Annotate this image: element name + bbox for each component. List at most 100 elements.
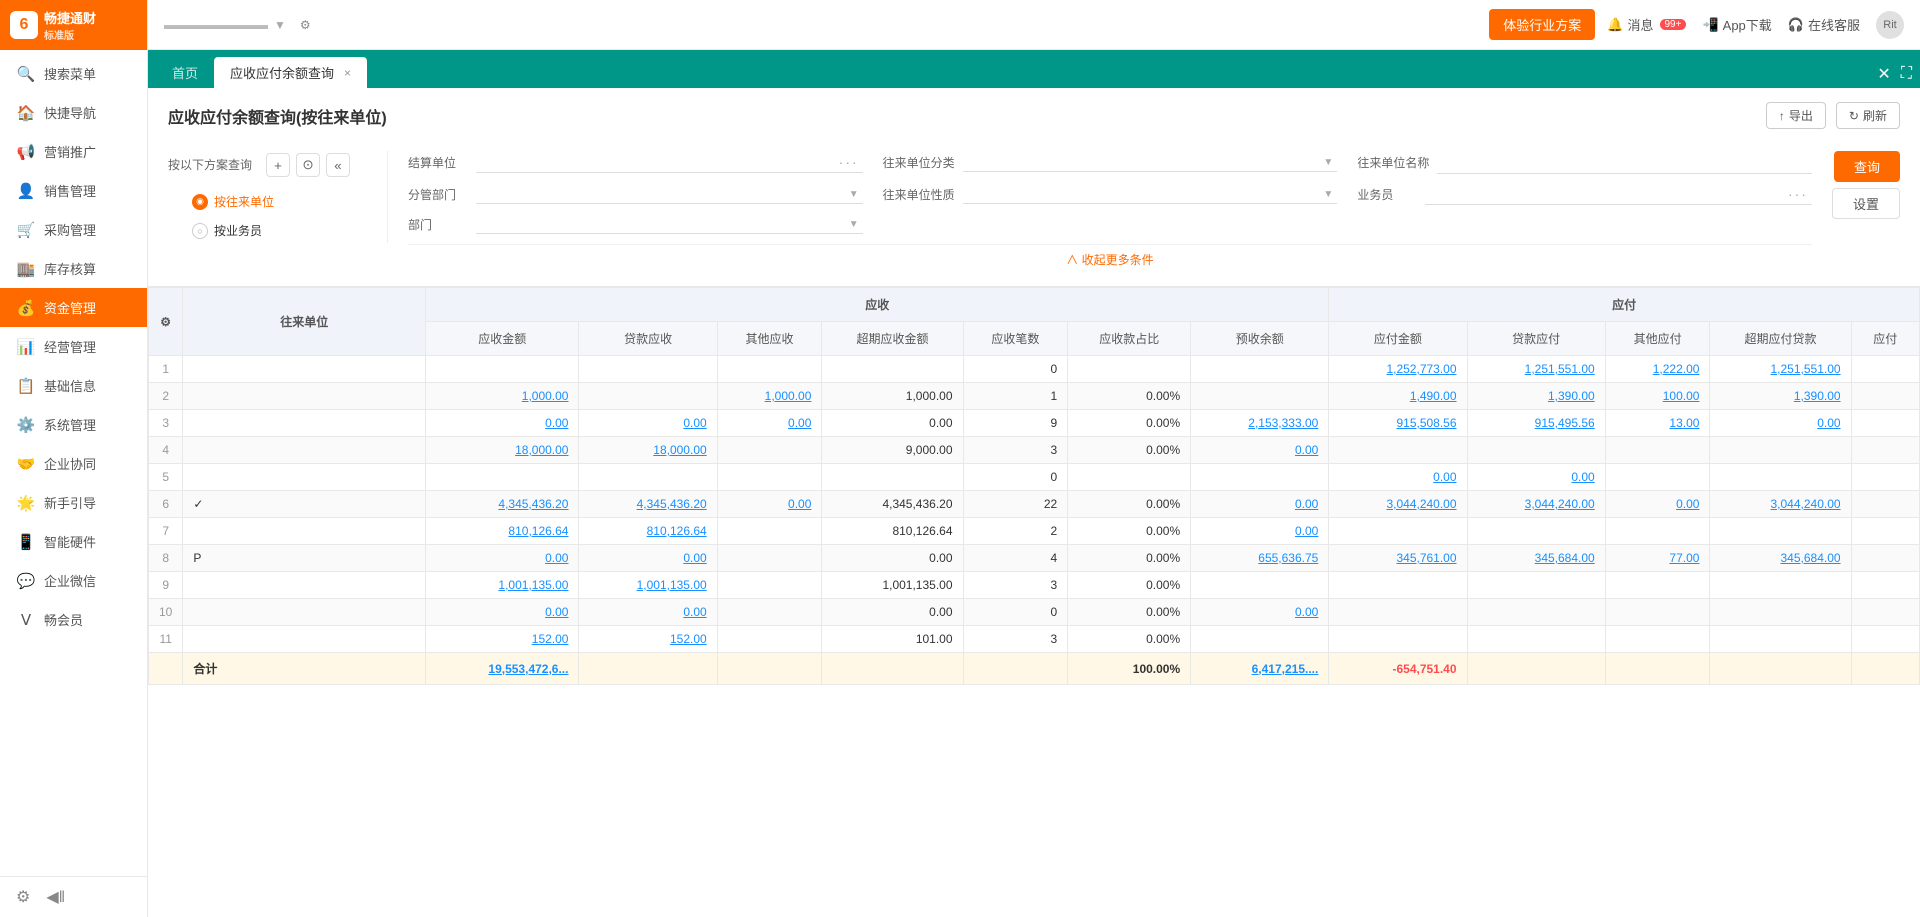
data-cell[interactable]: 4,345,436.20	[426, 491, 579, 518]
sidebar-item-sales[interactable]: 👤 销售管理	[0, 171, 147, 210]
avatar[interactable]: Rit	[1876, 11, 1904, 39]
sidebar-item-finance[interactable]: 💰 资金管理	[0, 288, 147, 327]
sidebar-item-marketing[interactable]: 📢 营销推广	[0, 132, 147, 171]
add-scheme-button[interactable]: +	[266, 153, 290, 177]
chevron-down-icon[interactable]: ▼	[274, 18, 286, 32]
col-settings[interactable]: ⚙	[149, 288, 183, 356]
data-cell[interactable]: 0.00	[579, 410, 717, 437]
data-cell[interactable]: 1,490.00	[1329, 383, 1467, 410]
data-cell[interactable]: 0.00	[717, 410, 822, 437]
data-cell[interactable]: 1,390.00	[1467, 383, 1605, 410]
messages-button[interactable]: 🔔 消息 99+	[1607, 15, 1686, 34]
footer-receivable[interactable]: 19,553,472,6...	[426, 653, 579, 685]
data-cell[interactable]: 0.00	[1605, 491, 1710, 518]
data-cell[interactable]: 1,251,551.00	[1710, 356, 1851, 383]
collapse-icon[interactable]: ◀‖	[46, 887, 65, 907]
data-cell[interactable]: 0.00	[717, 491, 822, 518]
partner-category-arrow[interactable]: ▼	[1323, 157, 1333, 168]
settlement-unit-input[interactable]: ···	[476, 152, 863, 173]
refresh-button[interactable]: ↻ 刷新	[1836, 102, 1900, 129]
scheme-item-partner[interactable]: ◉ 按往来单位	[184, 189, 371, 214]
sidebar-item-hardware[interactable]: 📱 智能硬件	[0, 522, 147, 561]
dept-main-field[interactable]	[480, 187, 849, 201]
salesperson-select[interactable]: ···	[1425, 184, 1812, 205]
tab-close-icon[interactable]: ×	[344, 66, 351, 80]
data-cell[interactable]: 1,390.00	[1710, 383, 1851, 410]
data-cell[interactable]: 3,044,240.00	[1467, 491, 1605, 518]
partner-name-field[interactable]	[1437, 151, 1812, 174]
export-button[interactable]: ↑ 导出	[1766, 102, 1826, 129]
gear-icon[interactable]: ⚙	[300, 18, 311, 32]
sidebar-item-quick-nav[interactable]: 🏠 快捷导航	[0, 93, 147, 132]
tab-ar-ap[interactable]: 应收应付余额查询 ×	[214, 57, 367, 88]
data-cell[interactable]: 152.00	[579, 626, 717, 653]
app-download-button[interactable]: 📲 App下载	[1702, 15, 1771, 34]
partner-nature-field[interactable]	[967, 187, 1324, 201]
salesperson-field[interactable]	[1429, 187, 1788, 201]
sidebar-item-search[interactable]: 🔍 搜索菜单	[0, 54, 147, 93]
data-cell[interactable]: 1,001,135.00	[426, 572, 579, 599]
data-cell[interactable]: 2,153,333.00	[1191, 410, 1329, 437]
query-button[interactable]: 查询	[1834, 151, 1900, 182]
data-cell[interactable]: 0.00	[579, 545, 717, 572]
online-service-button[interactable]: 🎧 在线客服	[1788, 15, 1860, 34]
partner-nature-arrow[interactable]: ▼	[1323, 189, 1333, 200]
sidebar-item-wechat[interactable]: 💬 企业微信	[0, 561, 147, 600]
dept-select[interactable]: ▼	[476, 215, 863, 234]
collapse-bar[interactable]: ∧ 收起更多条件	[408, 244, 1812, 274]
close-window-icon[interactable]: ✕	[1877, 64, 1890, 84]
data-cell[interactable]: 1,251,551.00	[1467, 356, 1605, 383]
scheme-item-salesperson[interactable]: ○ 按业务员	[184, 218, 371, 243]
data-cell[interactable]: 3,044,240.00	[1710, 491, 1851, 518]
data-cell[interactable]: 0.00	[426, 599, 579, 626]
sidebar-item-management[interactable]: 📊 经营管理	[0, 327, 147, 366]
data-cell[interactable]: 655,636.75	[1191, 545, 1329, 572]
footer-advance[interactable]: 6,417,215....	[1191, 653, 1329, 685]
sidebar-item-inventory[interactable]: 🏬 库存核算	[0, 249, 147, 288]
dept-main-select[interactable]: ▼	[476, 185, 863, 204]
data-cell[interactable]: 1,000.00	[426, 383, 579, 410]
data-cell[interactable]: 915,495.56	[1467, 410, 1605, 437]
dept-main-arrow[interactable]: ▼	[849, 189, 859, 200]
footer-payable[interactable]: -654,751.40	[1329, 653, 1467, 685]
sidebar-item-basic[interactable]: 📋 基础信息	[0, 366, 147, 405]
data-cell[interactable]: 1,001,135.00	[579, 572, 717, 599]
data-cell[interactable]: 100.00	[1605, 383, 1710, 410]
data-cell[interactable]: 18,000.00	[579, 437, 717, 464]
settings-button[interactable]: 设置	[1832, 188, 1900, 219]
collapse-scheme-button[interactable]: «	[326, 153, 350, 177]
data-cell[interactable]: 1,252,773.00	[1329, 356, 1467, 383]
data-cell[interactable]: 0.00	[1710, 410, 1851, 437]
data-cell[interactable]: 18,000.00	[426, 437, 579, 464]
data-cell[interactable]: 3,044,240.00	[1329, 491, 1467, 518]
data-cell[interactable]: 0.00	[1191, 599, 1329, 626]
data-cell[interactable]: 345,684.00	[1467, 545, 1605, 572]
data-cell[interactable]: 0.00	[426, 410, 579, 437]
settlement-unit-field[interactable]	[480, 155, 839, 169]
data-cell[interactable]: 13.00	[1605, 410, 1710, 437]
data-cell[interactable]: 0.00	[1191, 491, 1329, 518]
salesperson-dots[interactable]: ···	[1788, 186, 1808, 202]
data-cell[interactable]: 0.00	[426, 545, 579, 572]
sidebar-item-purchase[interactable]: 🛒 采购管理	[0, 210, 147, 249]
sidebar-item-guide[interactable]: 🌟 新手引导	[0, 483, 147, 522]
dept-field[interactable]	[480, 217, 849, 231]
partner-nature-select[interactable]: ▼	[963, 185, 1338, 204]
data-cell[interactable]: 152.00	[426, 626, 579, 653]
settings-icon[interactable]: ⚙	[16, 887, 30, 907]
data-cell[interactable]: 915,508.56	[1329, 410, 1467, 437]
data-cell[interactable]: 77.00	[1605, 545, 1710, 572]
maximize-icon[interactable]: ⛶	[1901, 65, 1912, 83]
data-cell[interactable]: 0.00	[1467, 464, 1605, 491]
data-cell[interactable]: 4,345,436.20	[579, 491, 717, 518]
data-cell[interactable]: 0.00	[579, 599, 717, 626]
data-cell[interactable]: 0.00	[1329, 464, 1467, 491]
dept-arrow[interactable]: ▼	[849, 219, 859, 230]
partner-category-select[interactable]: ▼	[963, 153, 1338, 172]
settlement-unit-dots[interactable]: ···	[839, 154, 859, 170]
data-cell[interactable]: 0.00	[1191, 518, 1329, 545]
data-cell[interactable]: 345,684.00	[1710, 545, 1851, 572]
data-cell[interactable]: 810,126.64	[579, 518, 717, 545]
settings-scheme-button[interactable]: ⊙	[296, 153, 320, 177]
data-cell[interactable]: 1,000.00	[717, 383, 822, 410]
